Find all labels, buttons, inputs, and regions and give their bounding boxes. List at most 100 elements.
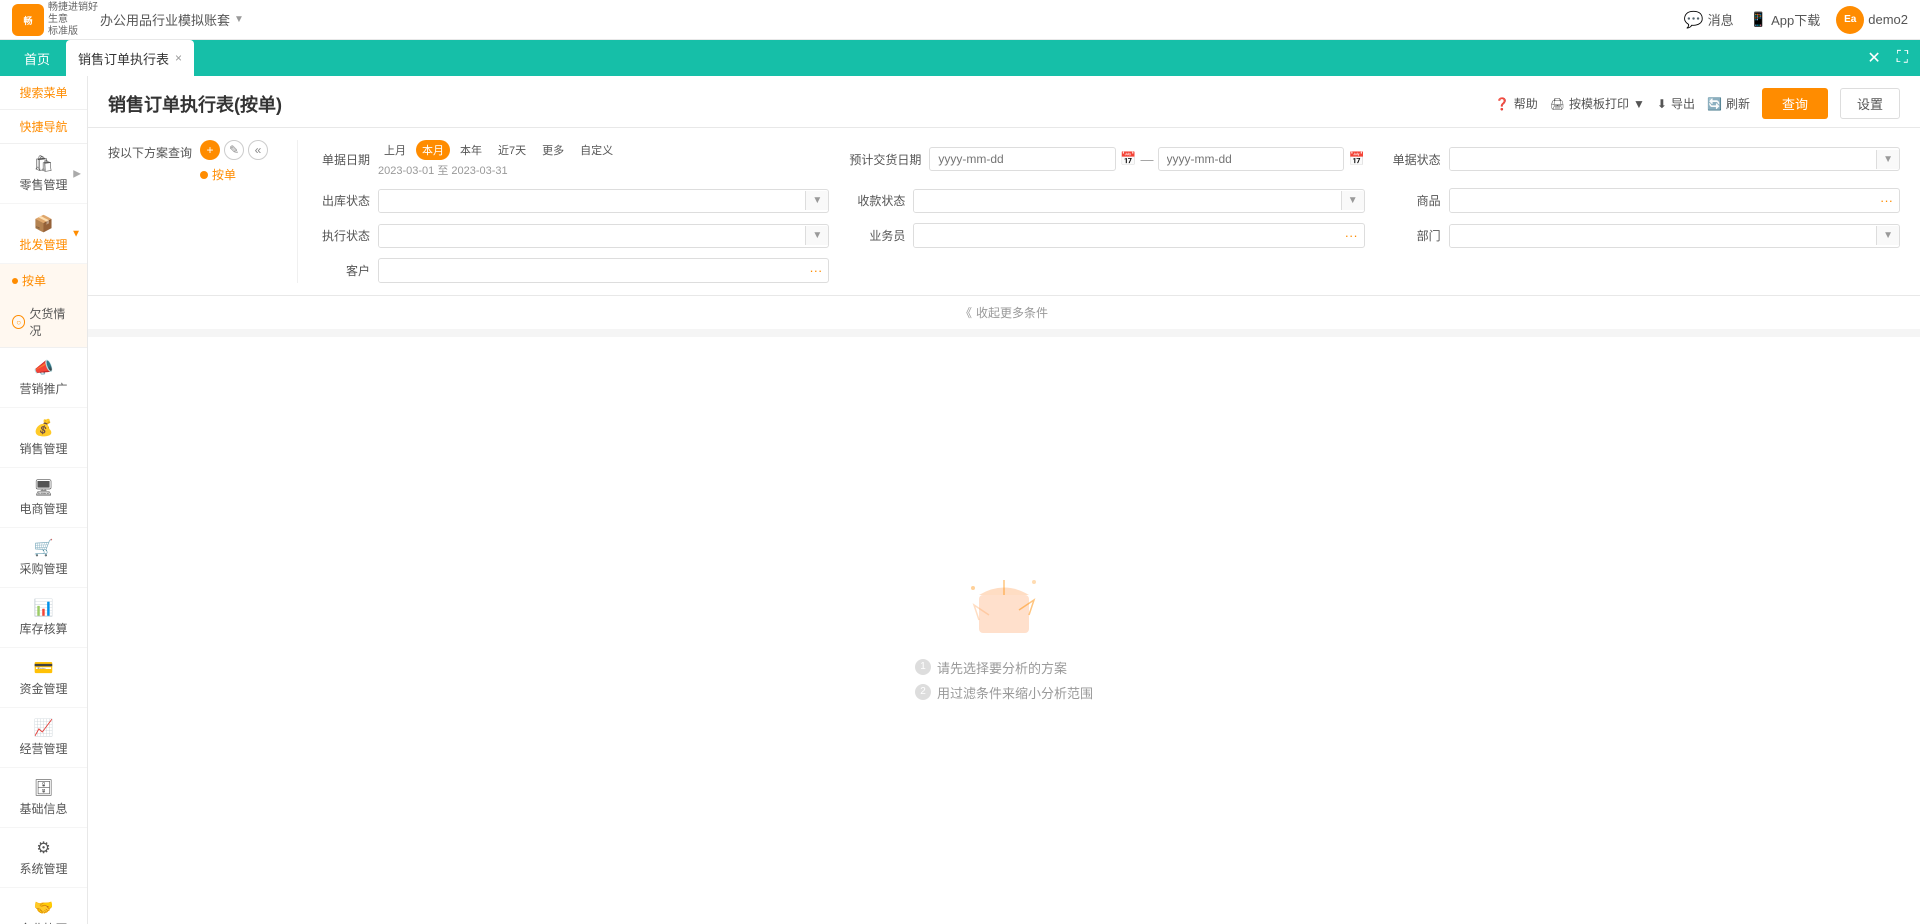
circle-icon: ○ bbox=[12, 315, 25, 329]
sidebar-nav[interactable]: 快捷导航 bbox=[0, 110, 87, 144]
sidebar-item-basic[interactable]: 🗄 基础信息 bbox=[0, 768, 87, 828]
calendar-start-icon[interactable]: 📅 bbox=[1120, 151, 1136, 167]
date-tab-this-year[interactable]: 本年 bbox=[454, 140, 488, 160]
date-tab-last-month[interactable]: 上月 bbox=[378, 140, 412, 160]
exec-dropdown-arrow[interactable]: ▼ bbox=[805, 226, 828, 245]
export-icon: ⬇ bbox=[1657, 97, 1667, 111]
empty-step-1: 1 请先选择要分析的方案 bbox=[915, 658, 1093, 677]
sidebar-item-operation[interactable]: 📈 经营管理 bbox=[0, 708, 87, 768]
salesperson-input[interactable] bbox=[914, 225, 1338, 247]
sidebar-item-ecommerce[interactable]: 🖥 电商管理 bbox=[0, 468, 87, 528]
plan-add-button[interactable]: + bbox=[200, 140, 220, 160]
salesperson-dots-button[interactable]: ··· bbox=[1339, 224, 1364, 247]
print-template-button[interactable]: 🖨 按模板打印 ▼ bbox=[1550, 95, 1645, 112]
status-dropdown[interactable]: ▼ bbox=[1449, 147, 1900, 171]
tab-bar-right: ✕ ⛶ bbox=[1863, 46, 1912, 70]
status-label: 单据状态 bbox=[1385, 151, 1441, 168]
tab-close-button[interactable]: × bbox=[175, 51, 182, 65]
plan-edit-button[interactable]: ✎ bbox=[224, 140, 244, 160]
wholesale-submenu: 按单 ○ 欠货情况 bbox=[0, 264, 87, 348]
tab-expand-button[interactable]: ⛶ bbox=[1893, 47, 1912, 69]
date-tabs: 上月 本月 本年 近7天 更多 自定义 bbox=[378, 140, 829, 160]
date-label: 单据日期 bbox=[314, 151, 370, 168]
company-dropdown-arrow: ▼ bbox=[234, 14, 244, 25]
help-button[interactable]: ❓ 帮助 bbox=[1495, 95, 1538, 112]
plan-collapse-button[interactable]: « bbox=[248, 140, 268, 160]
collection-dropdown-arrow[interactable]: ▼ bbox=[1341, 191, 1364, 210]
exec-input[interactable] bbox=[379, 225, 805, 247]
exec-dropdown[interactable]: ▼ bbox=[378, 224, 829, 248]
wholesale-arrow-icon: ▼ bbox=[71, 228, 81, 239]
exec-label: 执行状态 bbox=[314, 227, 370, 244]
sidebar-item-system[interactable]: ⚙ 系统管理 bbox=[0, 828, 87, 888]
logo-text: 畅捷进销好生意 标准版 bbox=[48, 2, 100, 38]
delivery-dropdown-arrow[interactable]: ▼ bbox=[805, 191, 828, 210]
sidebar-item-purchase[interactable]: 🛒 采购管理 bbox=[0, 528, 87, 588]
calendar-end-icon[interactable]: 📅 bbox=[1348, 151, 1364, 167]
product-input-group: ··· bbox=[1449, 188, 1900, 213]
tab-bar: 首页 销售订单执行表 × ✕ ⛶ bbox=[0, 40, 1920, 76]
delivery-input[interactable] bbox=[379, 190, 805, 212]
app-download-button[interactable]: 📱 App下载 bbox=[1750, 10, 1821, 29]
help-icon: ❓ bbox=[1495, 97, 1510, 111]
delivery-dropdown[interactable]: ▼ bbox=[378, 189, 829, 213]
collapse-more-button[interactable]: 《 收起更多条件 bbox=[960, 304, 1048, 321]
message-button[interactable]: 💬 消息 bbox=[1684, 10, 1734, 30]
salesperson-label: 业务员 bbox=[849, 227, 905, 244]
date-tab-more[interactable]: 更多 bbox=[536, 140, 570, 160]
sidebar-item-finance[interactable]: 💳 资金管理 bbox=[0, 648, 87, 708]
collapse-more-section: 《 收起更多条件 bbox=[88, 296, 1920, 329]
date-range-text: 2023-03-01 至 2023-03-31 bbox=[378, 162, 829, 178]
retail-arrow-icon: ▶ bbox=[73, 168, 81, 179]
submenu-item-debt[interactable]: ○ 欠货情况 bbox=[0, 297, 87, 347]
expected-date-start-input[interactable] bbox=[929, 147, 1116, 171]
tab-home[interactable]: 首页 bbox=[8, 40, 66, 76]
dept-dropdown[interactable]: ▼ bbox=[1449, 224, 1900, 248]
product-dots-button[interactable]: ··· bbox=[1874, 189, 1899, 212]
status-input[interactable] bbox=[1450, 148, 1876, 170]
tab-sales-order[interactable]: 销售订单执行表 × bbox=[66, 40, 194, 76]
collection-input[interactable] bbox=[914, 190, 1340, 212]
sidebar-search[interactable]: 搜索菜单 bbox=[0, 76, 87, 110]
dept-label: 部门 bbox=[1385, 227, 1441, 244]
expected-date-end-input[interactable] bbox=[1158, 147, 1345, 171]
sidebar-item-cooperation[interactable]: 🤝 企业协同 bbox=[0, 888, 87, 924]
customer-input[interactable] bbox=[379, 260, 803, 282]
product-input[interactable] bbox=[1450, 190, 1874, 212]
svg-text:畅: 畅 bbox=[23, 15, 32, 26]
date-tab-this-month[interactable]: 本月 bbox=[416, 140, 450, 160]
salesperson-input-group: ··· bbox=[913, 223, 1364, 248]
filter-date: 单据日期 上月 本月 本年 近7天 更多 自定义 20 bbox=[314, 140, 829, 178]
date-control: 上月 本月 本年 近7天 更多 自定义 2023-03-01 至 2023-03… bbox=[378, 140, 829, 178]
page-actions: ❓ 帮助 🖨 按模板打印 ▼ ⬇ 导出 🔄 刷新 查询 设置 bbox=[1495, 88, 1900, 119]
customer-dots-button[interactable]: ··· bbox=[803, 259, 828, 282]
filter-expected-date: 预计交货日期 📅 — 📅 bbox=[849, 140, 1364, 178]
collection-dropdown[interactable]: ▼ bbox=[913, 189, 1364, 213]
sidebar-item-sales[interactable]: 💰 销售管理 bbox=[0, 408, 87, 468]
user-menu[interactable]: Ea demo2 bbox=[1836, 6, 1908, 34]
dept-input[interactable] bbox=[1450, 225, 1876, 247]
empty-state: 1 请先选择要分析的方案 2 用过滤条件来缩小分析范围 bbox=[88, 337, 1920, 924]
company-selector[interactable]: 办公用品行业模拟账套 ▼ bbox=[100, 10, 1684, 29]
query-button[interactable]: 查询 bbox=[1762, 88, 1828, 119]
date-tab-7days[interactable]: 近7天 bbox=[492, 140, 532, 160]
filter-delivery: 出库状态 ▼ bbox=[314, 188, 829, 213]
plan-section: 按以下方案查询 + ✎ « 按单 bbox=[108, 140, 298, 283]
export-button[interactable]: ⬇ 导出 bbox=[1657, 95, 1695, 112]
product-label: 商品 bbox=[1385, 192, 1441, 209]
sidebar-item-retail[interactable]: 🛍 零售管理 ▶ bbox=[0, 144, 87, 204]
sidebar-item-marketing[interactable]: 📣 营销推广 bbox=[0, 348, 87, 408]
tab-close-all-button[interactable]: ✕ bbox=[1863, 46, 1884, 70]
active-dot bbox=[12, 278, 18, 284]
dept-dropdown-arrow[interactable]: ▼ bbox=[1876, 226, 1899, 245]
plan-item-order[interactable]: 按单 bbox=[200, 166, 268, 183]
sidebar-item-wholesale[interactable]: 📦 批发管理 ▼ bbox=[0, 204, 87, 264]
submenu-item-order[interactable]: 按单 bbox=[0, 264, 87, 297]
status-dropdown-arrow[interactable]: ▼ bbox=[1876, 150, 1899, 169]
settings-button[interactable]: 设置 bbox=[1840, 88, 1900, 119]
date-tab-custom[interactable]: 自定义 bbox=[574, 140, 619, 160]
sidebar-item-inventory[interactable]: 📊 库存核算 bbox=[0, 588, 87, 648]
refresh-button[interactable]: 🔄 刷新 bbox=[1707, 95, 1750, 112]
filter-customer: 客户 ··· bbox=[314, 258, 829, 283]
empty-steps: 1 请先选择要分析的方案 2 用过滤条件来缩小分析范围 bbox=[915, 658, 1093, 702]
